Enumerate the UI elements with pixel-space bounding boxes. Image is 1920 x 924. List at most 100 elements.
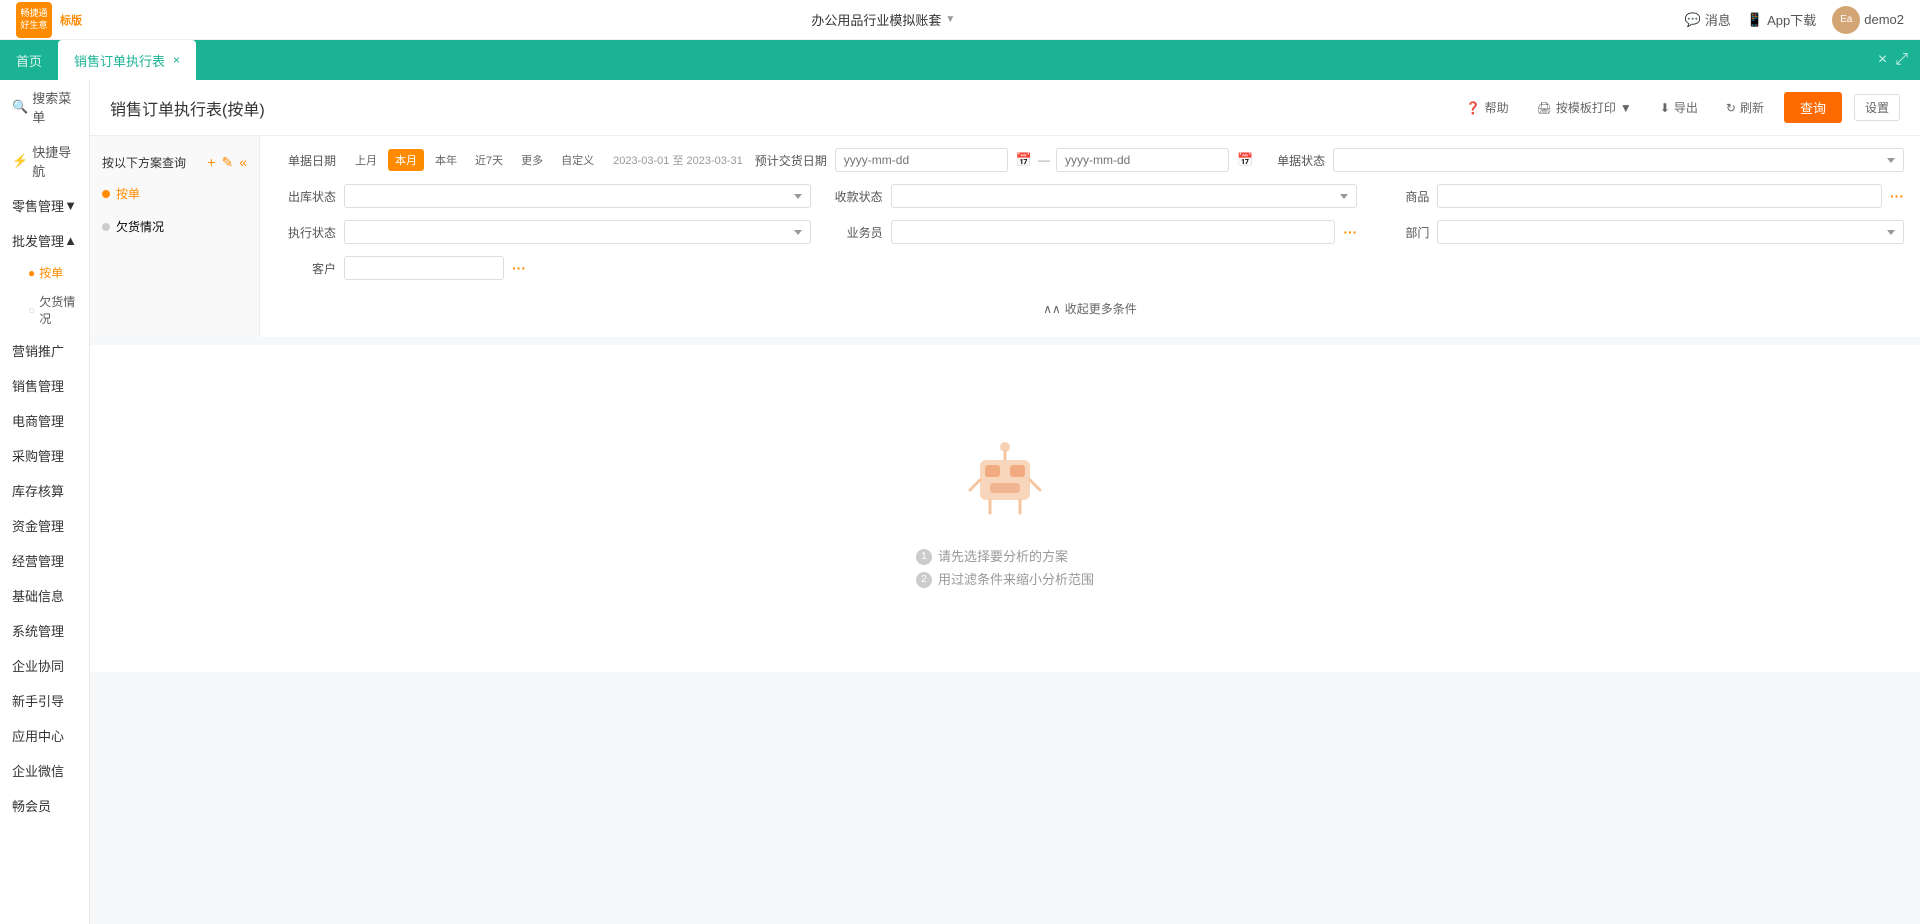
settings-btn[interactable]: 设置 [1854,94,1900,121]
page-title: 销售订单执行表(按单) [110,96,265,120]
date-tab-more[interactable]: 更多 [514,149,550,171]
payment-select[interactable] [891,184,1358,208]
exec-label: 执行状态 [276,224,336,241]
user-name: demo2 [1864,12,1904,27]
avatar: Ea [1832,6,1860,34]
sidebar-item-operation[interactable]: 经营管理 [0,543,89,578]
date-tab-last-month[interactable]: 上月 [348,149,384,171]
tab-close-icon[interactable]: × [173,53,180,67]
refresh-icon: ↻ [1726,101,1736,115]
sidebar-item-order[interactable]: ● 按单 [16,258,89,287]
tab-home[interactable]: 首页 [0,40,58,80]
outbound-select[interactable] [344,184,811,208]
salesperson-more-icon[interactable]: ··· [1343,224,1357,240]
dept-select[interactable] [1437,220,1904,244]
collapse-label: 收起更多条件 [1065,300,1137,317]
delivery-start-calendar-icon[interactable]: 📅 [1016,152,1032,168]
tabbar-right: × ⤢ [1878,51,1920,69]
delivery-start-input[interactable] [835,148,1008,172]
date-label: 单据日期 [276,152,336,169]
sidebar-quicknav-label: 快捷导航 [32,142,77,180]
sales-mgmt-label: 销售管理 [12,376,64,395]
sidebar-item-member[interactable]: 畅会员 [0,788,89,823]
filter-sidebar-item-debt[interactable]: 欠货情况 [90,210,259,243]
filter-collapse-icon[interactable]: « [239,154,247,171]
sidebar-item-purchase[interactable]: 采购管理 [0,438,89,473]
filter-add-icon[interactable]: + [207,154,215,171]
customer-input[interactable] [344,256,504,280]
filter-group-salesperson: 业务员 ··· [823,220,1358,244]
tab-close-window-icon[interactable]: × [1878,51,1887,69]
exec-select[interactable] [344,220,811,244]
dept-label: 部门 [1369,224,1429,241]
goods-more-icon[interactable]: ··· [1890,188,1904,204]
date-tab-custom[interactable]: 自定义 [554,149,601,171]
delivery-date-group: 📅 — 📅 [835,148,1253,172]
tab-expand-icon[interactable]: ⤢ [1895,51,1908,69]
filter-row-1: 单据日期 上月 本月 本年 近7天 更多 自定义 2023-03-01 至 20… [276,148,1904,172]
customer-more-icon[interactable]: ··· [512,260,526,276]
help-btn[interactable]: ❓ 帮助 [1458,95,1517,120]
sidebar-item-appstore[interactable]: 应用中心 [0,718,89,753]
quicknav-icon: ⚡ [12,153,28,169]
debt-dot-icon: ○ [28,303,35,317]
debt-inactive-dot [102,223,110,231]
date-tab-this-year[interactable]: 本年 [428,149,464,171]
section-divider [90,337,1920,345]
sidebar-item-retail[interactable]: 零售管理 ▼ [0,188,89,223]
purchase-label: 采购管理 [12,446,64,465]
print-icon: 🖨 [1537,101,1552,115]
tabbar: 首页 销售订单执行表 × × ⤢ [0,40,1920,80]
wholesale-arrow-icon: ▲ [64,233,77,248]
filter-edit-icon[interactable]: ✎ [221,154,233,171]
date-tab-this-month[interactable]: 本月 [388,149,424,171]
refresh-btn[interactable]: ↻ 刷新 [1718,95,1772,120]
sidebar-item-sales-mgmt[interactable]: 销售管理 [0,368,89,403]
filter-collapse-btn[interactable]: ∧∧ 收起更多条件 [276,292,1904,325]
sidebar-item-search[interactable]: 🔍 搜索菜单 [0,80,89,134]
sidebar-item-marketing[interactable]: 营销推广 [0,333,89,368]
filter-sidebar-header: 按以下方案查询 + ✎ « [90,148,259,177]
date-tab-last7[interactable]: 近7天 [468,149,510,171]
logo: 畅捷通好生意 [16,2,52,38]
print-btn[interactable]: 🖨 按模板打印 ▼ [1529,95,1640,120]
wholesale-label: 批发管理 [12,231,64,250]
help-label: 帮助 [1485,99,1509,116]
filter-debt-label: 欠货情况 [116,218,164,235]
sidebar-item-newbie[interactable]: 新手引导 [0,683,89,718]
sidebar-item-wholesale[interactable]: 批发管理 ▲ [0,223,89,258]
tip-text-1: 请先选择要分析的方案 [938,545,1068,568]
sidebar-item-quicknav[interactable]: ⚡ 快捷导航 [0,134,89,188]
sidebar-item-wechat[interactable]: 企业微信 [0,753,89,788]
delivery-end-calendar-icon[interactable]: 📅 [1237,152,1253,168]
user-menu[interactable]: Ea demo2 [1832,6,1904,34]
export-btn[interactable]: ⬇ 导出 [1652,95,1706,120]
salesperson-input[interactable] [891,220,1336,244]
app-download-btn[interactable]: 📱 App下载 [1747,10,1816,29]
sidebar-item-finance[interactable]: 资金管理 [0,508,89,543]
topbar-right: 💬 消息 📱 App下载 Ea demo2 [1685,6,1904,34]
sidebar-item-debt[interactable]: ○ 欠货情况 [16,287,89,333]
tab-sales-order[interactable]: 销售订单执行表 × [58,40,196,80]
doc-status-select[interactable] [1333,148,1904,172]
delivery-end-input[interactable] [1056,148,1229,172]
query-btn[interactable]: 查询 [1784,92,1842,123]
sidebar-item-basic[interactable]: 基础信息 [0,578,89,613]
delivery-label: 预计交货日期 [755,152,827,169]
sidebar-item-ecom[interactable]: 电商管理 [0,403,89,438]
sidebar: 🔍 搜索菜单 ⚡ 快捷导航 零售管理 ▼ 批发管理 ▲ ● 按单 ○ 欠货情况 [0,80,90,924]
inventory-label: 库存核算 [12,481,64,500]
message-btn[interactable]: 💬 消息 [1685,10,1731,29]
retail-arrow-icon: ▼ [64,198,77,213]
message-icon: 💬 [1685,12,1701,28]
account-dropdown-icon[interactable]: ▼ [945,14,955,25]
goods-input[interactable] [1437,184,1882,208]
order-dot-icon: ● [28,266,35,280]
filter-sidebar-item-order[interactable]: 按单 [90,177,259,210]
retail-label: 零售管理 [12,196,64,215]
tip-num-1: 1 [916,549,932,565]
newbie-label: 新手引导 [12,691,64,710]
sidebar-item-enterprise[interactable]: 企业协同 [0,648,89,683]
sidebar-item-inventory[interactable]: 库存核算 [0,473,89,508]
sidebar-item-system[interactable]: 系统管理 [0,613,89,648]
